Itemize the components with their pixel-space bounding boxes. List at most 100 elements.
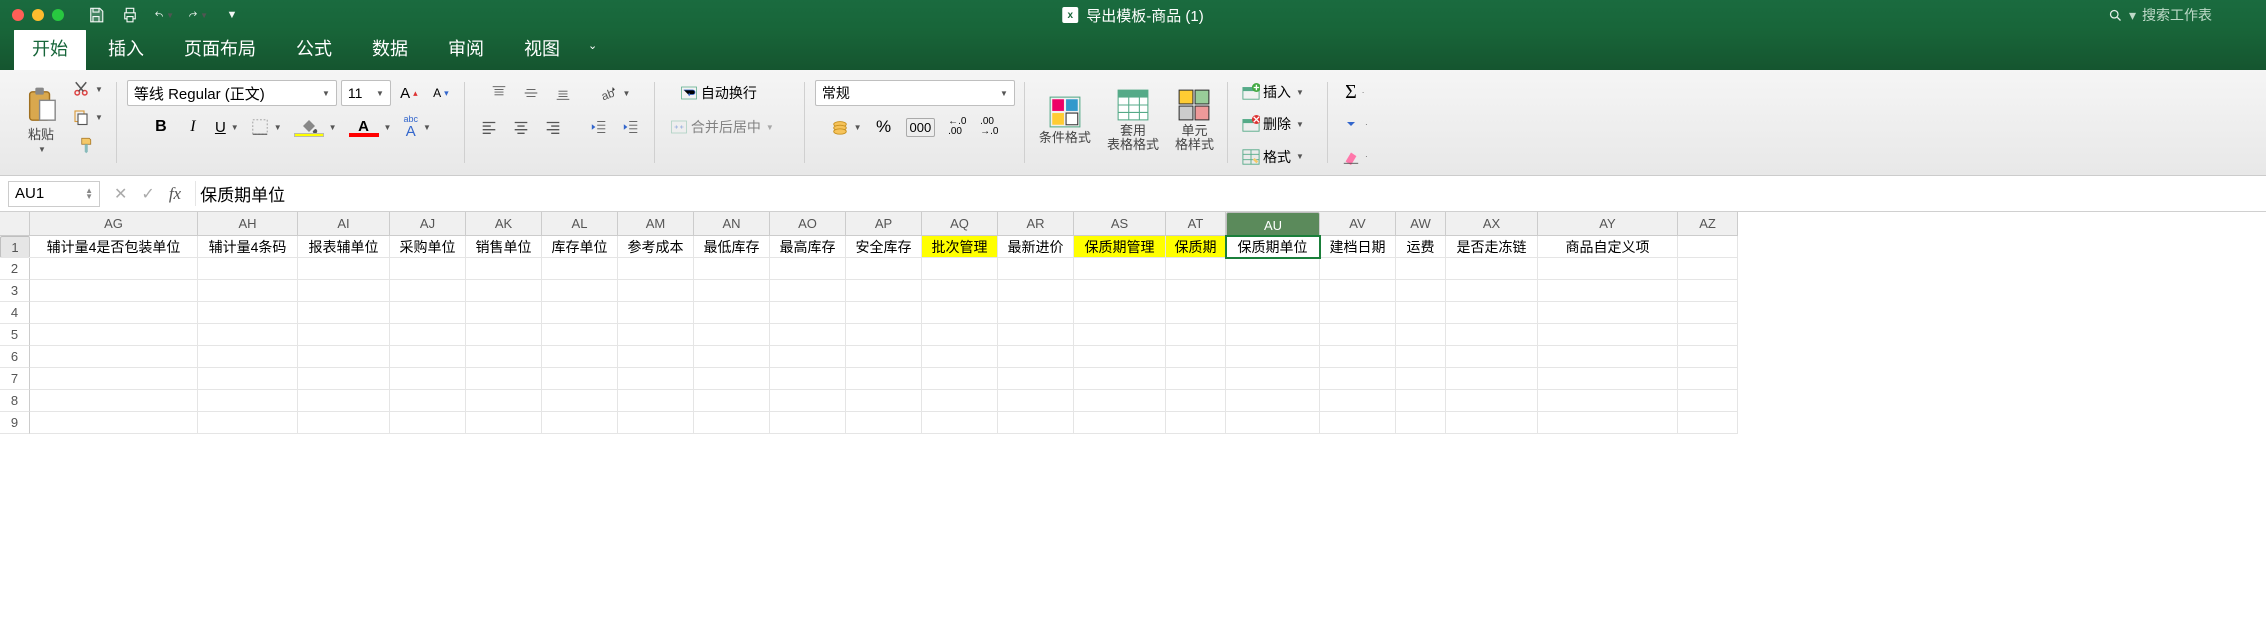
cell[interactable] — [694, 412, 770, 434]
cell[interactable] — [770, 280, 846, 302]
column-headers[interactable]: AGAHAIAJAKALAMANAOAPAQARASATAUAVAWAXAYAZ — [30, 212, 2266, 236]
col-header-AT[interactable]: AT — [1166, 212, 1226, 236]
cell[interactable] — [1166, 368, 1226, 390]
cell[interactable] — [30, 412, 198, 434]
cell[interactable] — [1396, 258, 1446, 280]
save-button[interactable] — [86, 5, 106, 25]
cell[interactable] — [846, 258, 922, 280]
search-input[interactable] — [2142, 7, 2252, 23]
cell[interactable]: 采购单位 — [390, 236, 466, 258]
cell[interactable] — [770, 412, 846, 434]
cell[interactable] — [1074, 258, 1166, 280]
cell[interactable]: 商品自定义项 — [1538, 236, 1678, 258]
tab-formulas[interactable]: 公式 — [278, 27, 350, 70]
cell[interactable] — [298, 390, 390, 412]
col-header-AX[interactable]: AX — [1446, 212, 1538, 236]
cell[interactable] — [1538, 280, 1678, 302]
cell[interactable] — [298, 412, 390, 434]
cell[interactable] — [922, 258, 998, 280]
cell[interactable] — [390, 324, 466, 346]
cell[interactable] — [30, 368, 198, 390]
col-header-AR[interactable]: AR — [998, 212, 1074, 236]
decrease-font-button[interactable]: A▾ — [427, 80, 455, 106]
tab-page-layout[interactable]: 页面布局 — [166, 27, 274, 70]
cell[interactable] — [1074, 324, 1166, 346]
ribbon-collapse-chevron[interactable]: ⌄ — [582, 39, 603, 62]
cell[interactable] — [1396, 324, 1446, 346]
maximize-window-button[interactable] — [52, 9, 64, 21]
col-header-AO[interactable]: AO — [770, 212, 846, 236]
cell[interactable] — [1074, 346, 1166, 368]
cell[interactable] — [30, 390, 198, 412]
cell[interactable] — [618, 280, 694, 302]
cell[interactable] — [1538, 390, 1678, 412]
cell[interactable] — [846, 280, 922, 302]
borders-button[interactable]: ▼ — [247, 114, 286, 140]
cell[interactable] — [846, 412, 922, 434]
cell[interactable]: 辅计量4条码 — [198, 236, 298, 258]
formula-input[interactable]: 保质期单位 — [195, 181, 2258, 206]
cell[interactable] — [998, 302, 1074, 324]
cell[interactable]: 销售单位 — [466, 236, 542, 258]
cell[interactable] — [1074, 390, 1166, 412]
cell[interactable] — [1166, 258, 1226, 280]
col-header-AG[interactable]: AG — [30, 212, 198, 236]
cell[interactable]: 参考成本 — [618, 236, 694, 258]
row-header[interactable]: 3 — [0, 280, 30, 302]
col-header-AY[interactable]: AY — [1538, 212, 1678, 236]
cell[interactable] — [846, 346, 922, 368]
cell[interactable] — [1446, 412, 1538, 434]
cell[interactable] — [1396, 302, 1446, 324]
cell[interactable] — [998, 280, 1074, 302]
cell[interactable] — [1678, 324, 1738, 346]
cell[interactable] — [298, 258, 390, 280]
cell[interactable] — [1074, 280, 1166, 302]
cell[interactable] — [298, 324, 390, 346]
cell[interactable] — [1320, 302, 1396, 324]
cell[interactable] — [1166, 280, 1226, 302]
cell[interactable] — [390, 302, 466, 324]
cell[interactable] — [1226, 390, 1320, 412]
row-header[interactable]: 8 — [0, 390, 30, 412]
cell[interactable] — [30, 280, 198, 302]
cell[interactable] — [846, 368, 922, 390]
cell[interactable] — [1166, 346, 1226, 368]
orientation-button[interactable]: ab▼ — [595, 80, 634, 106]
col-header-AU[interactable]: AU — [1226, 212, 1320, 238]
fx-button[interactable]: fx — [169, 184, 181, 204]
cell[interactable] — [1678, 280, 1738, 302]
underline-button[interactable]: U▼ — [211, 114, 243, 140]
format-painter-button[interactable] — [68, 132, 107, 158]
cell[interactable] — [466, 280, 542, 302]
cell[interactable] — [1538, 302, 1678, 324]
cell[interactable] — [1226, 346, 1320, 368]
cell[interactable] — [922, 324, 998, 346]
cell[interactable] — [1446, 324, 1538, 346]
cell[interactable] — [694, 368, 770, 390]
cell[interactable] — [542, 412, 618, 434]
tab-view[interactable]: 视图 — [506, 27, 578, 70]
cell[interactable] — [298, 346, 390, 368]
cell[interactable] — [770, 346, 846, 368]
cell[interactable] — [1320, 280, 1396, 302]
italic-button[interactable]: I — [179, 114, 207, 140]
cell[interactable] — [998, 390, 1074, 412]
cell[interactable] — [694, 258, 770, 280]
cell[interactable] — [466, 346, 542, 368]
cell[interactable] — [618, 258, 694, 280]
cell[interactable] — [466, 302, 542, 324]
align-center-button[interactable] — [507, 114, 535, 140]
cell[interactable] — [542, 258, 618, 280]
cell[interactable] — [1320, 324, 1396, 346]
cell[interactable] — [1446, 280, 1538, 302]
cell[interactable] — [298, 302, 390, 324]
tab-review[interactable]: 审阅 — [430, 27, 502, 70]
cell[interactable] — [1074, 302, 1166, 324]
cell[interactable] — [1166, 324, 1226, 346]
cell[interactable] — [998, 324, 1074, 346]
minimize-window-button[interactable] — [32, 9, 44, 21]
tab-data[interactable]: 数据 — [354, 27, 426, 70]
cell[interactable] — [390, 258, 466, 280]
col-header-AJ[interactable]: AJ — [390, 212, 466, 236]
tab-home[interactable]: 开始 — [14, 27, 86, 70]
